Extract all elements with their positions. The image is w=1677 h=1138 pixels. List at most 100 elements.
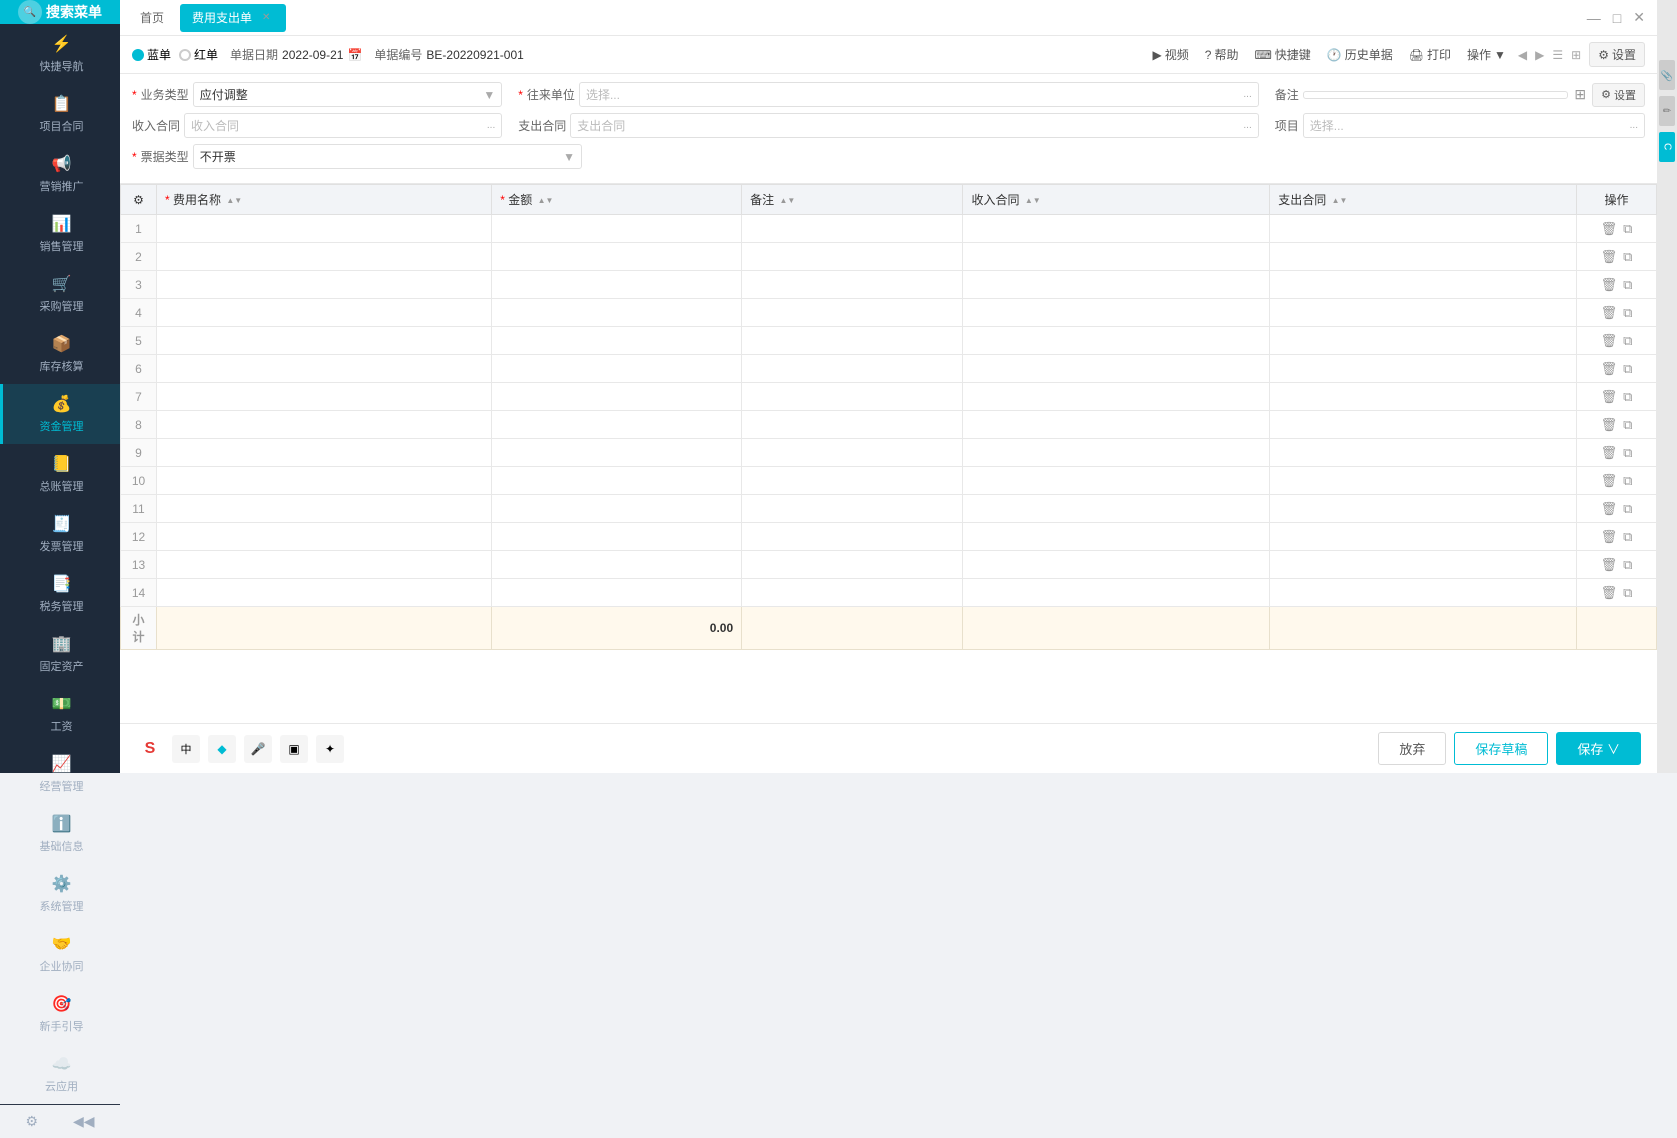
cell-amount[interactable]: [492, 271, 742, 299]
window-maximize-button[interactable]: □: [1609, 9, 1625, 26]
col-income-contract[interactable]: 收入合同 ▲▼: [963, 185, 1270, 215]
copy-icon[interactable]: ⧉: [1623, 585, 1632, 601]
sidebar-item-tax[interactable]: 📑 税务管理: [0, 564, 120, 624]
cell-expense-contract[interactable]: [1270, 383, 1577, 411]
cell-name[interactable]: [157, 215, 492, 243]
copy-icon[interactable]: ⧉: [1623, 389, 1632, 405]
sidebar-item-system[interactable]: ⚙️ 系统管理: [0, 864, 120, 924]
cell-amount[interactable]: [492, 579, 742, 607]
copy-icon[interactable]: ⧉: [1623, 445, 1632, 461]
cell-notes[interactable]: [742, 383, 963, 411]
col-expense-contract[interactable]: 支出合同 ▲▼: [1270, 185, 1577, 215]
cell-amount[interactable]: [492, 411, 742, 439]
tab-home[interactable]: 首页: [128, 4, 176, 32]
cell-expense-contract[interactable]: [1270, 439, 1577, 467]
copy-icon[interactable]: ⧉: [1623, 529, 1632, 545]
cell-amount[interactable]: [492, 467, 742, 495]
copy-icon[interactable]: ⧉: [1623, 417, 1632, 433]
partner-input[interactable]: 选择... ...: [579, 82, 1259, 107]
cell-income-contract[interactable]: [963, 327, 1270, 355]
cell-expense-contract[interactable]: [1270, 551, 1577, 579]
cell-expense-contract[interactable]: [1270, 215, 1577, 243]
toolbar-list-icon[interactable]: ☰: [1552, 48, 1563, 62]
project-input[interactable]: 选择... ...: [1303, 113, 1645, 138]
delete-icon[interactable]: 🗑: [1601, 417, 1618, 433]
cell-name[interactable]: [157, 495, 492, 523]
copy-icon[interactable]: ⧉: [1623, 501, 1632, 517]
cell-income-contract[interactable]: [963, 411, 1270, 439]
right-panel-edit-icon[interactable]: ✏: [1659, 96, 1675, 126]
cell-name[interactable]: [157, 243, 492, 271]
cell-amount[interactable]: [492, 215, 742, 243]
delete-icon[interactable]: 🗑: [1601, 389, 1618, 405]
cell-notes[interactable]: [742, 579, 963, 607]
delete-icon[interactable]: 🗑: [1601, 529, 1618, 545]
delete-icon[interactable]: 🗑: [1601, 361, 1618, 377]
sidebar-item-capital[interactable]: 💰 资金管理: [0, 384, 120, 444]
delete-icon[interactable]: 🗑: [1601, 333, 1618, 349]
cell-income-contract[interactable]: [963, 523, 1270, 551]
cell-name[interactable]: [157, 551, 492, 579]
sidebar-logo[interactable]: 🔍 搜索菜单: [0, 0, 120, 24]
cell-amount[interactable]: [492, 299, 742, 327]
radio-blue[interactable]: 蓝单: [132, 46, 171, 63]
copy-icon[interactable]: ⧉: [1623, 557, 1632, 573]
cell-income-contract[interactable]: [963, 383, 1270, 411]
cell-income-contract[interactable]: [963, 215, 1270, 243]
cell-income-contract[interactable]: [963, 299, 1270, 327]
sidebar-item-salary[interactable]: 💵 工资: [0, 684, 120, 744]
sidebar-item-cloud-apps[interactable]: ☁️ 云应用: [0, 1044, 120, 1104]
window-minimize-button[interactable]: —: [1583, 9, 1605, 26]
cell-expense-contract[interactable]: [1270, 467, 1577, 495]
cell-income-contract[interactable]: [963, 467, 1270, 495]
sidebar-item-marketing[interactable]: 📢 营销推广: [0, 144, 120, 204]
number-value[interactable]: BE-20220921-001: [426, 48, 523, 62]
cell-name[interactable]: [157, 271, 492, 299]
copy-icon[interactable]: ⧉: [1623, 333, 1632, 349]
help-btn[interactable]: ? 帮助: [1201, 44, 1243, 65]
delete-icon[interactable]: 🗑: [1601, 249, 1618, 265]
calendar-icon[interactable]: 📅: [347, 48, 362, 62]
history-btn[interactable]: 🕐 历史单据: [1323, 44, 1397, 65]
window-close-button[interactable]: ✕: [1629, 9, 1649, 26]
cell-notes[interactable]: [742, 271, 963, 299]
cell-expense-contract[interactable]: [1270, 495, 1577, 523]
sidebar-item-operations[interactable]: 📈 经营管理: [0, 744, 120, 804]
cell-name[interactable]: [157, 579, 492, 607]
copy-icon[interactable]: ⧉: [1623, 361, 1632, 377]
sound-btn[interactable]: ◀◀: [73, 1113, 95, 1130]
copy-icon[interactable]: ⧉: [1623, 277, 1632, 293]
cell-expense-contract[interactable]: [1270, 355, 1577, 383]
income-contract-input[interactable]: 收入合同 ...: [184, 113, 502, 138]
cell-notes[interactable]: [742, 495, 963, 523]
toolbar-next-icon[interactable]: ▶: [1535, 48, 1544, 62]
field-settings-btn[interactable]: ⚙ 设置: [1592, 83, 1645, 107]
delete-icon[interactable]: 🗑: [1601, 277, 1618, 293]
cell-notes[interactable]: [742, 523, 963, 551]
copy-icon[interactable]: ⧉: [1623, 473, 1632, 489]
notes-expand-icon[interactable]: ⊞: [1572, 86, 1588, 103]
cell-name[interactable]: [157, 327, 492, 355]
cell-expense-contract[interactable]: [1270, 411, 1577, 439]
settings-btn[interactable]: ⚙ 设置: [1589, 42, 1645, 67]
cell-amount[interactable]: [492, 551, 742, 579]
cell-notes[interactable]: [742, 243, 963, 271]
table-container[interactable]: ⚙ * 费用名称 ▲▼ * 金额 ▲▼ 备注 ▲▼: [120, 184, 1657, 723]
cell-notes[interactable]: [742, 299, 963, 327]
copy-icon[interactable]: ⧉: [1623, 221, 1632, 237]
cell-notes[interactable]: [742, 439, 963, 467]
tab-expense[interactable]: 费用支出单 ✕: [180, 4, 286, 32]
cell-name[interactable]: [157, 383, 492, 411]
diamond-icon[interactable]: ◆: [208, 735, 236, 763]
star-icon[interactable]: ✦: [316, 735, 344, 763]
copy-icon[interactable]: ⧉: [1623, 305, 1632, 321]
cell-income-contract[interactable]: [963, 495, 1270, 523]
expense-contract-input[interactable]: 支出合同 ...: [570, 113, 1258, 138]
save-draft-button[interactable]: 保存草稿: [1454, 732, 1548, 765]
cell-name[interactable]: [157, 299, 492, 327]
sidebar-item-quick-nav[interactable]: ⚡ 快捷导航: [0, 24, 120, 84]
toolbar-prev-icon[interactable]: ◀: [1518, 48, 1527, 62]
delete-icon[interactable]: 🗑: [1601, 557, 1618, 573]
mic-icon[interactable]: 🎤: [244, 735, 272, 763]
cell-amount[interactable]: [492, 383, 742, 411]
